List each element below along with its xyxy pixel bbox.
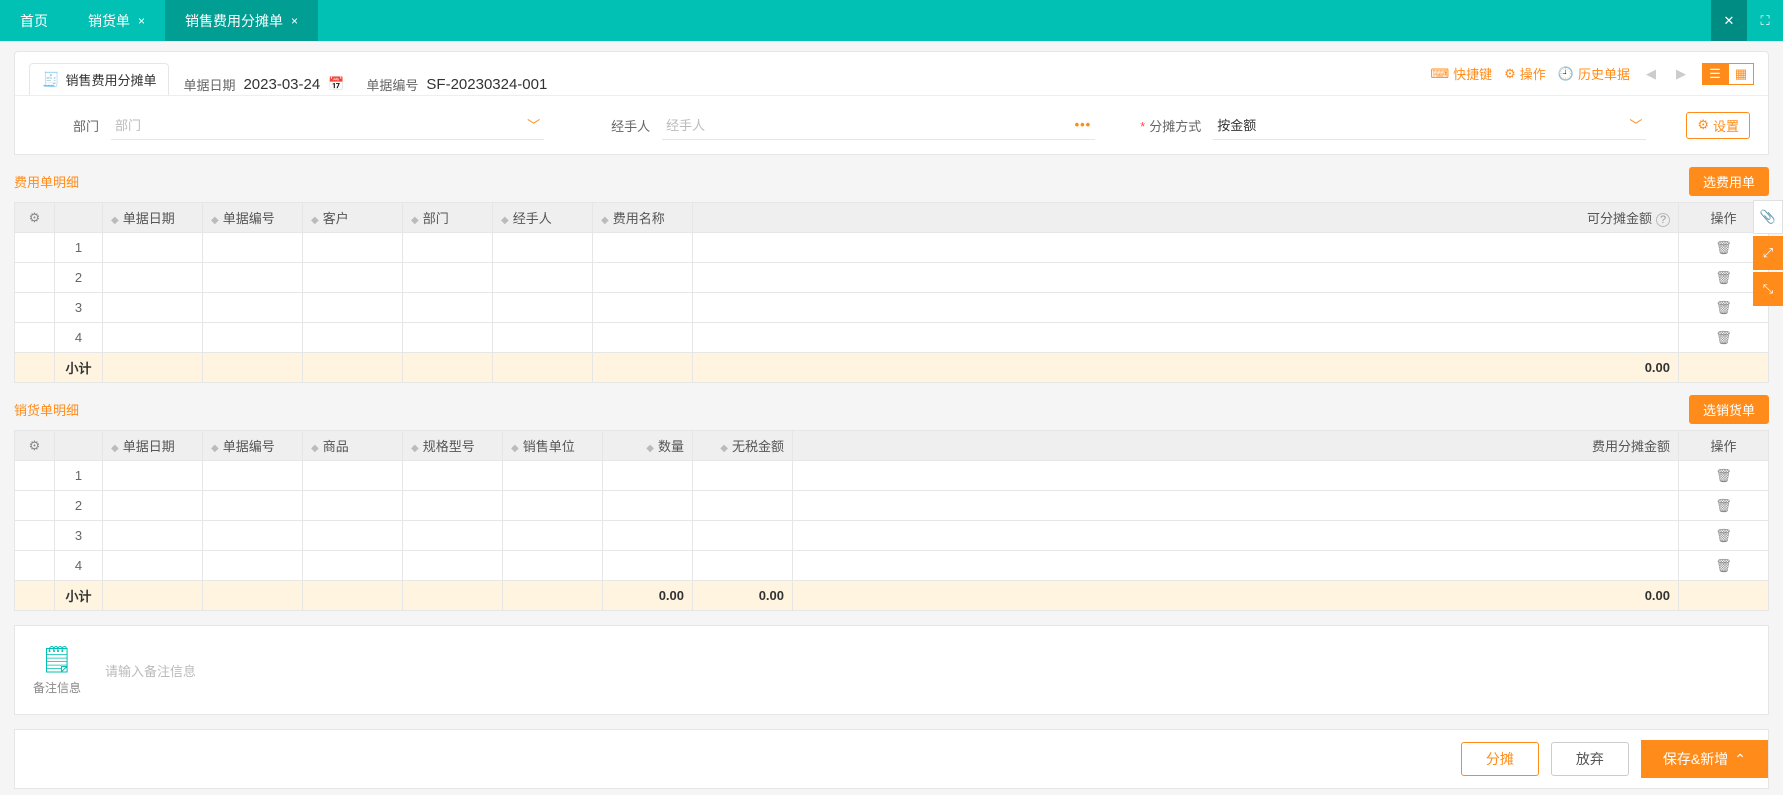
fee-detail-table: ⚙ ◆单据日期 ◆单据编号 ◆客户 ◆部门 ◆经手人 ◆费用名称 可分摊金额? …: [14, 202, 1769, 383]
close-icon[interactable]: ×: [138, 14, 145, 28]
help-icon[interactable]: ?: [1656, 213, 1670, 227]
window-close-button[interactable]: ✕: [1711, 0, 1747, 41]
tab-sales-order[interactable]: 销货单×: [68, 0, 165, 41]
fullscreen-icon[interactable]: ⛶: [1747, 0, 1783, 41]
table-row: 2🗑: [15, 491, 1769, 521]
table-row: 3🗑: [15, 293, 1769, 323]
document-type-label: 销售费用分摊单: [65, 70, 156, 89]
dept-label: 部门: [33, 116, 111, 135]
fee-detail-title: 费用单明细: [14, 172, 79, 191]
delete-icon[interactable]: 🗑: [1715, 330, 1732, 345]
date-value[interactable]: 2023-03-24: [243, 76, 320, 93]
tab-sales-fee-alloc[interactable]: 销售费用分摊单×: [165, 0, 318, 41]
shortcut-button[interactable]: ⌨快捷键: [1430, 64, 1492, 83]
method-select[interactable]: 按金额 ﹀: [1213, 110, 1646, 140]
delete-icon[interactable]: 🗑: [1715, 240, 1732, 255]
date-label: 单据日期: [183, 75, 235, 94]
allocate-button[interactable]: 分摊: [1461, 742, 1539, 776]
calendar-icon[interactable]: 📅: [328, 76, 344, 92]
footer-actions: 分摊 放弃 保存&新增⌃: [14, 729, 1769, 789]
method-label: *分摊方式: [1135, 116, 1213, 135]
handler-label: 经手人: [584, 116, 662, 135]
subtotal-row: 小计0.000.000.00: [15, 581, 1769, 611]
subtotal-row: 小计0.00: [15, 353, 1769, 383]
note-icon: 🗒: [33, 644, 81, 675]
delete-icon[interactable]: 🗑: [1715, 300, 1732, 315]
view-grid-button[interactable]: ▦: [1728, 63, 1754, 85]
side-toolbar: 📎 ⤢ ⤡: [1753, 200, 1783, 308]
select-sales-order-button[interactable]: 选销货单: [1689, 395, 1769, 424]
chevron-down-icon: ﹀: [1629, 115, 1642, 134]
save-new-button[interactable]: 保存&新增⌃: [1641, 740, 1768, 778]
table-settings-icon[interactable]: ⚙: [15, 431, 55, 461]
table-row: 4🗑: [15, 551, 1769, 581]
remarks-label: 备注信息: [33, 679, 81, 696]
sales-detail-title: 销货单明细: [14, 400, 79, 419]
dept-select[interactable]: 部门 ﹀: [111, 110, 544, 140]
gear-icon: ⚙: [1504, 66, 1516, 82]
table-row: 2🗑: [15, 263, 1769, 293]
prev-doc-button[interactable]: ◀: [1642, 66, 1660, 82]
handler-select[interactable]: 经手人 •••: [662, 110, 1095, 140]
select-fee-order-button[interactable]: 选费用单: [1689, 167, 1769, 196]
table-settings-icon[interactable]: ⚙: [15, 203, 55, 233]
settings-button[interactable]: ⚙设置: [1686, 112, 1750, 139]
chevron-down-icon: ﹀: [527, 115, 540, 134]
remarks-card: 🗒 备注信息 请输入备注信息: [14, 625, 1769, 715]
delete-icon[interactable]: 🗑: [1715, 468, 1732, 483]
tab-home[interactable]: 首页: [0, 0, 68, 41]
next-doc-button[interactable]: ▶: [1672, 66, 1690, 82]
table-row: 3🗑: [15, 521, 1769, 551]
document-type-tab[interactable]: 🧾 销售费用分摊单: [29, 63, 169, 95]
keyboard-icon: ⌨: [1430, 66, 1449, 82]
remarks-input[interactable]: 请输入备注信息: [105, 661, 1750, 680]
view-list-button[interactable]: ☰: [1702, 63, 1728, 85]
chevron-up-icon: ⌃: [1734, 751, 1746, 768]
table-row: 1🗑: [15, 461, 1769, 491]
operations-button[interactable]: ⚙操作: [1504, 64, 1546, 83]
document-card: 🧾 销售费用分摊单 单据日期 2023-03-24 📅 单据编号 SF-2023…: [14, 51, 1769, 155]
docno-label: 单据编号: [366, 75, 418, 94]
sales-detail-table: ⚙ ◆单据日期 ◆单据编号 ◆商品 ◆规格型号 ◆销售单位 ◆数量 ◆无税金额 …: [14, 430, 1769, 611]
delete-icon[interactable]: 🗑: [1715, 558, 1732, 573]
close-icon[interactable]: ×: [291, 14, 298, 28]
gear-icon: ⚙: [1697, 117, 1709, 133]
document-icon: 🧾: [42, 71, 59, 88]
docno-value: SF-20230324-001: [426, 76, 547, 93]
delete-icon[interactable]: 🗑: [1715, 528, 1732, 543]
delete-icon[interactable]: 🗑: [1715, 498, 1732, 513]
more-icon: •••: [1075, 117, 1092, 132]
expand-icon[interactable]: ⤢: [1753, 236, 1783, 270]
top-tabbar: 首页 销货单× 销售费用分摊单× ✕ ⛶: [0, 0, 1783, 41]
table-row: 1🗑: [15, 233, 1769, 263]
expand2-icon[interactable]: ⤡: [1753, 272, 1783, 306]
attachment-icon[interactable]: 📎: [1753, 200, 1783, 234]
delete-icon[interactable]: 🗑: [1715, 270, 1732, 285]
table-row: 4🗑: [15, 323, 1769, 353]
history-button[interactable]: 🕘历史单据: [1558, 64, 1630, 83]
clock-icon: 🕘: [1558, 66, 1574, 82]
discard-button[interactable]: 放弃: [1551, 742, 1629, 776]
